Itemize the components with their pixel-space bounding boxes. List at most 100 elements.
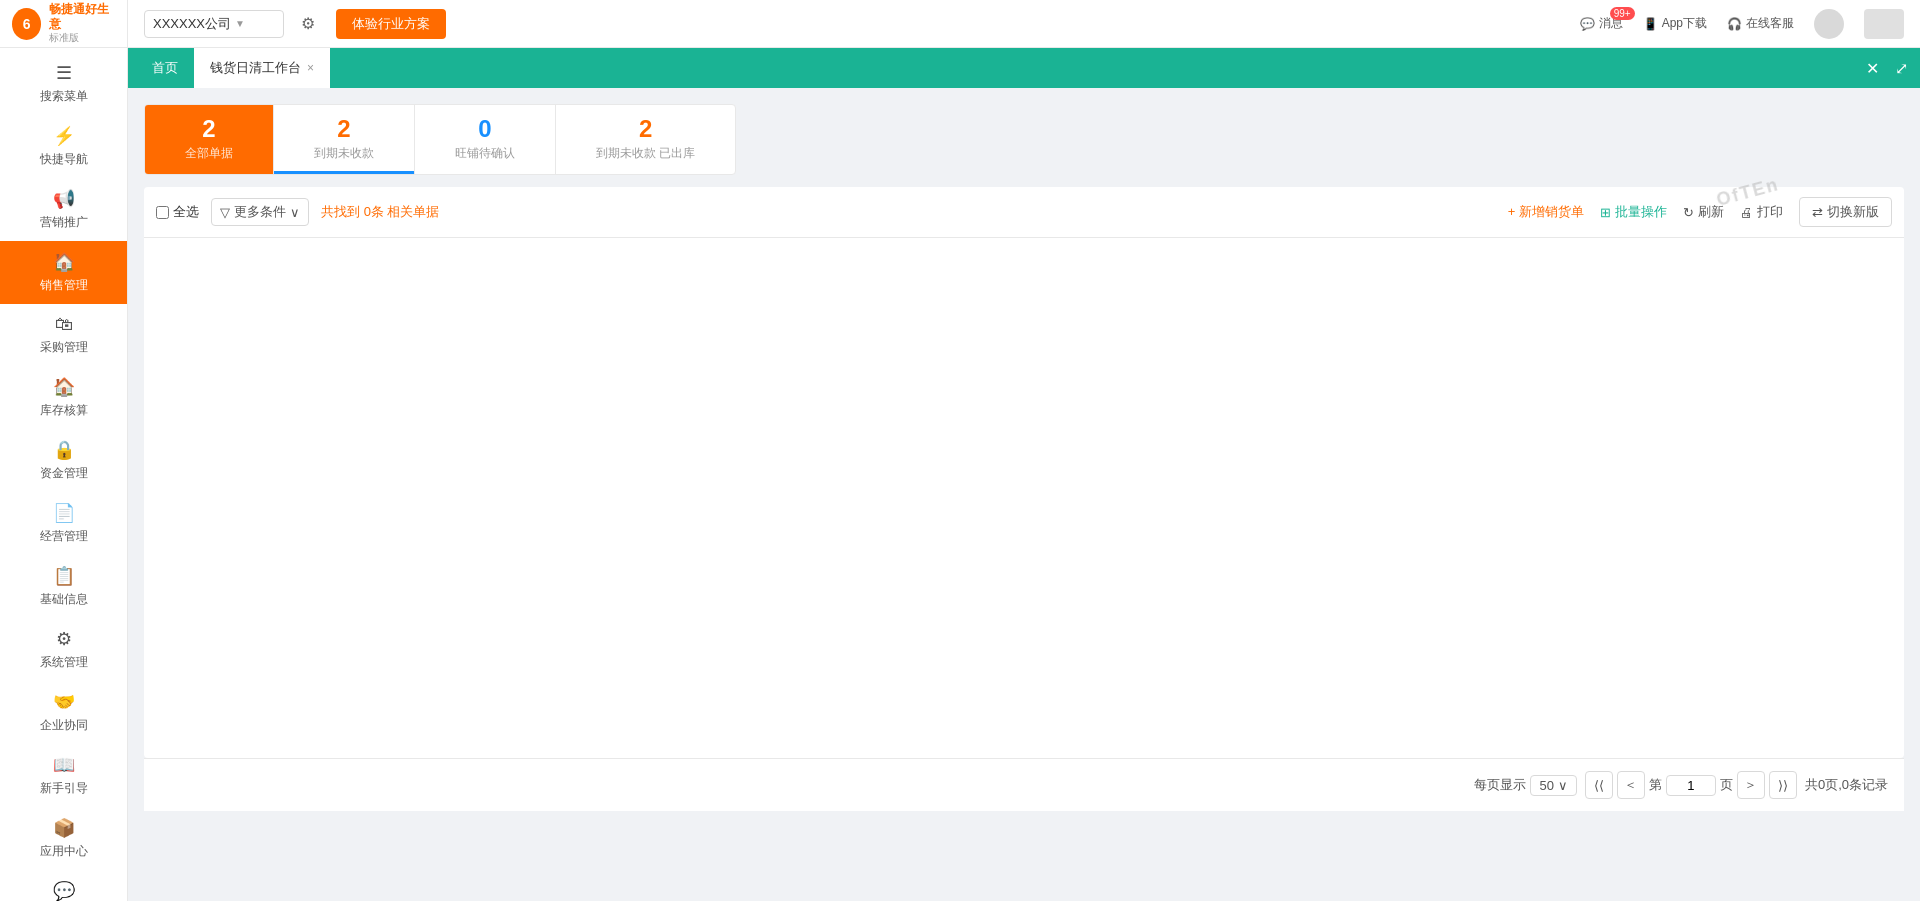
switch-icon: ⇄ [1812, 205, 1823, 220]
prev-page-btn[interactable]: ＜ [1617, 771, 1645, 799]
filter-button[interactable]: ▽ 更多条件 ∨ [211, 198, 309, 226]
nav-tab-label: 首页 [152, 59, 178, 77]
found-count-text: 共找到 0条 相关单据 [321, 203, 439, 221]
sidebar-label: 销售管理 [40, 277, 88, 294]
app-download-label: App下载 [1662, 15, 1707, 32]
sidebar-label: 快捷导航 [40, 151, 88, 168]
sidebar-item-sales-mgmt[interactable]: 🏠 销售管理 [0, 241, 127, 304]
sys-mgmt-icon: ⚙ [56, 628, 72, 650]
sidebar-item-biz-mgmt[interactable]: 📄 经营管理 [0, 492, 127, 555]
app-name: 畅捷通好生意 [49, 2, 115, 31]
last-page-btn[interactable]: ⟩⟩ [1769, 771, 1797, 799]
stat-label: 到期未收款 [314, 145, 374, 162]
nav-tab-label: 钱货日清工作台 [210, 59, 301, 77]
next-page-btn[interactable]: ＞ [1737, 771, 1765, 799]
sidebar-item-quick-nav[interactable]: ⚡ 快捷导航 [0, 115, 127, 178]
experience-btn[interactable]: 体验行业方案 [336, 9, 446, 39]
stat-num: 2 [202, 117, 215, 141]
inventory-icon: 🏠 [53, 376, 75, 398]
stat-tab-wangpai-confirm[interactable]: 0 旺铺待确认 [415, 105, 556, 174]
app-download-icon: 📱 [1643, 17, 1658, 31]
sidebar-item-wechat-work[interactable]: 💬企业微信 [0, 870, 127, 901]
new-sale-button[interactable]: + 新增销货单 [1508, 203, 1584, 221]
online-service-icon: 🎧 [1727, 17, 1742, 31]
base-info-icon: 📋 [53, 565, 75, 587]
sidebar: 6 畅捷通好生意 标准版 ☰搜索菜单 ⚡ 快捷导航 📢营销推广 🏠 销售管理 🛍 采购管理 🏠 库… [0, 0, 128, 901]
stat-tab-overdue-unship[interactable]: 2 到期未收款 已出库 [556, 105, 735, 174]
sidebar-label: 资金管理 [40, 465, 88, 482]
sidebar-item-inventory[interactable]: 🏠 库存核算 [0, 366, 127, 429]
sidebar-label: 系统管理 [40, 654, 88, 671]
sidebar-item-base-info[interactable]: 📋 基础信息 [0, 555, 127, 618]
wechat-work-icon: 💬 [53, 880, 75, 901]
quick-nav-icon: ⚡ [53, 125, 75, 147]
online-service-action[interactable]: 🎧 在线客服 [1727, 15, 1794, 32]
sidebar-label: 库存核算 [40, 402, 88, 419]
sidebar-item-search-menu[interactable]: ☰搜索菜单 [0, 52, 127, 115]
total-label: 共0页,0条记录 [1805, 776, 1888, 794]
stat-num: 0 [478, 117, 491, 141]
stat-tab-overdue-unpaid[interactable]: 2 到期未收款 [274, 105, 415, 174]
company-selector[interactable]: XXXXXX公司 ▼ [144, 10, 284, 38]
page-size-dropdown[interactable]: 50 ∨ [1530, 775, 1576, 796]
sidebar-label: 企业协同 [40, 717, 88, 734]
nav-tabs: 首页 钱货日清工作台 × ✕ ⤢ [128, 48, 1920, 88]
app-center-icon: 📦 [53, 817, 75, 839]
sidebar-item-beginner[interactable]: 📖新手引导 [0, 744, 127, 807]
stat-tab-all[interactable]: 2 全部单据 [145, 105, 274, 174]
print-button[interactable]: 🖨 打印 [1740, 203, 1783, 221]
sidebar-label: 应用中心 [40, 843, 88, 860]
user-info[interactable] [1864, 9, 1904, 39]
stats-tabs: 2 全部单据 2 到期未收款 0 旺铺待确认 2 到期未收款 已出库 [144, 104, 736, 175]
marketing-icon: 📢 [53, 188, 75, 210]
print-icon: 🖨 [1740, 205, 1753, 220]
stat-num: 2 [337, 117, 350, 141]
nav-tab-首页[interactable]: 首页 [136, 48, 194, 88]
sidebar-label: 采购管理 [40, 339, 88, 356]
purchase-mgmt-icon: 🛍 [55, 314, 73, 335]
sidebar-item-enterprise-coop[interactable]: 🤝 企业协同 [0, 681, 127, 744]
sales-mgmt-icon: 🏠 [53, 251, 75, 273]
page-nav: ⟨⟨ ＜ 第 页 ＞ ⟩⟩ [1585, 771, 1797, 799]
first-page-btn[interactable]: ⟨⟨ [1585, 771, 1613, 799]
batch-op-button[interactable]: ⊞ 批量操作 [1600, 203, 1667, 221]
sidebar-menu: ☰搜索菜单 ⚡ 快捷导航 📢营销推广 🏠 销售管理 🛍 采购管理 🏠 库存核算 🔒 资金管理 📄 经营管理… [0, 48, 127, 901]
message-action[interactable]: 💬 消息 99+ [1580, 15, 1623, 32]
page-input[interactable] [1666, 775, 1716, 796]
select-all-label[interactable]: 全选 [156, 203, 199, 221]
enterprise-coop-icon: 🤝 [53, 691, 75, 713]
top-bar-right: 💬 消息 99+ 📱 App下载 🎧 在线客服 [1580, 9, 1904, 39]
filter-dropdown-icon: ∨ [290, 205, 300, 220]
sidebar-item-app-center[interactable]: 📦 应用中心 [0, 807, 127, 870]
avatar[interactable] [1814, 9, 1844, 39]
stat-label: 全部单据 [185, 145, 233, 162]
sidebar-item-sys-mgmt[interactable]: ⚙ 系统管理 [0, 618, 127, 681]
sidebar-label: 新手引导 [40, 780, 88, 797]
sidebar-item-capital-mgmt[interactable]: 🔒 资金管理 [0, 429, 127, 492]
sidebar-item-purchase-mgmt[interactable]: 🛍 采购管理 [0, 304, 127, 366]
biz-mgmt-icon: 📄 [53, 502, 75, 524]
sidebar-label: 经营管理 [40, 528, 88, 545]
logo-area: 6 畅捷通好生意 标准版 [0, 0, 127, 48]
stat-label: 旺铺待确认 [455, 145, 515, 162]
capital-mgmt-icon: 🔒 [53, 439, 75, 461]
sidebar-item-marketing[interactable]: 📢营销推广 [0, 178, 127, 241]
found-number: 0 [364, 204, 371, 219]
toolbar-right: + 新增销货单 ⊞ 批量操作 ↻ 刷新 🖨 打印 ⇄ 切换新版 [1508, 197, 1892, 227]
page-size-select: 每页显示 50 ∨ [1474, 775, 1576, 796]
sidebar-label: 基础信息 [40, 591, 88, 608]
stat-num: 2 [639, 117, 652, 141]
select-all-checkbox[interactable] [156, 206, 169, 219]
nav-tab-钱货日清工作台[interactable]: 钱货日清工作台 × [194, 48, 330, 88]
top-bar: XXXXXX公司 ▼ ⚙ 体验行业方案 💬 消息 99+ 📱 App下载 🎧 在… [0, 0, 1920, 48]
sidebar-label: 搜索菜单 [40, 88, 88, 105]
close-tab-icon[interactable]: ✕ [1862, 55, 1883, 82]
app-download-action[interactable]: 📱 App下载 [1643, 15, 1707, 32]
stat-label: 到期未收款 已出库 [596, 145, 695, 162]
switch-version-button[interactable]: ⇄ 切换新版 [1799, 197, 1892, 227]
close-tab-btn[interactable]: × [307, 61, 314, 75]
expand-tab-icon[interactable]: ⤢ [1891, 55, 1912, 82]
logo-icon: 6 [12, 8, 41, 40]
pagination: 每页显示 50 ∨ ⟨⟨ ＜ 第 页 ＞ ⟩⟩ 共0页,0条记录 [144, 758, 1904, 811]
settings-button[interactable]: ⚙ [292, 8, 324, 40]
